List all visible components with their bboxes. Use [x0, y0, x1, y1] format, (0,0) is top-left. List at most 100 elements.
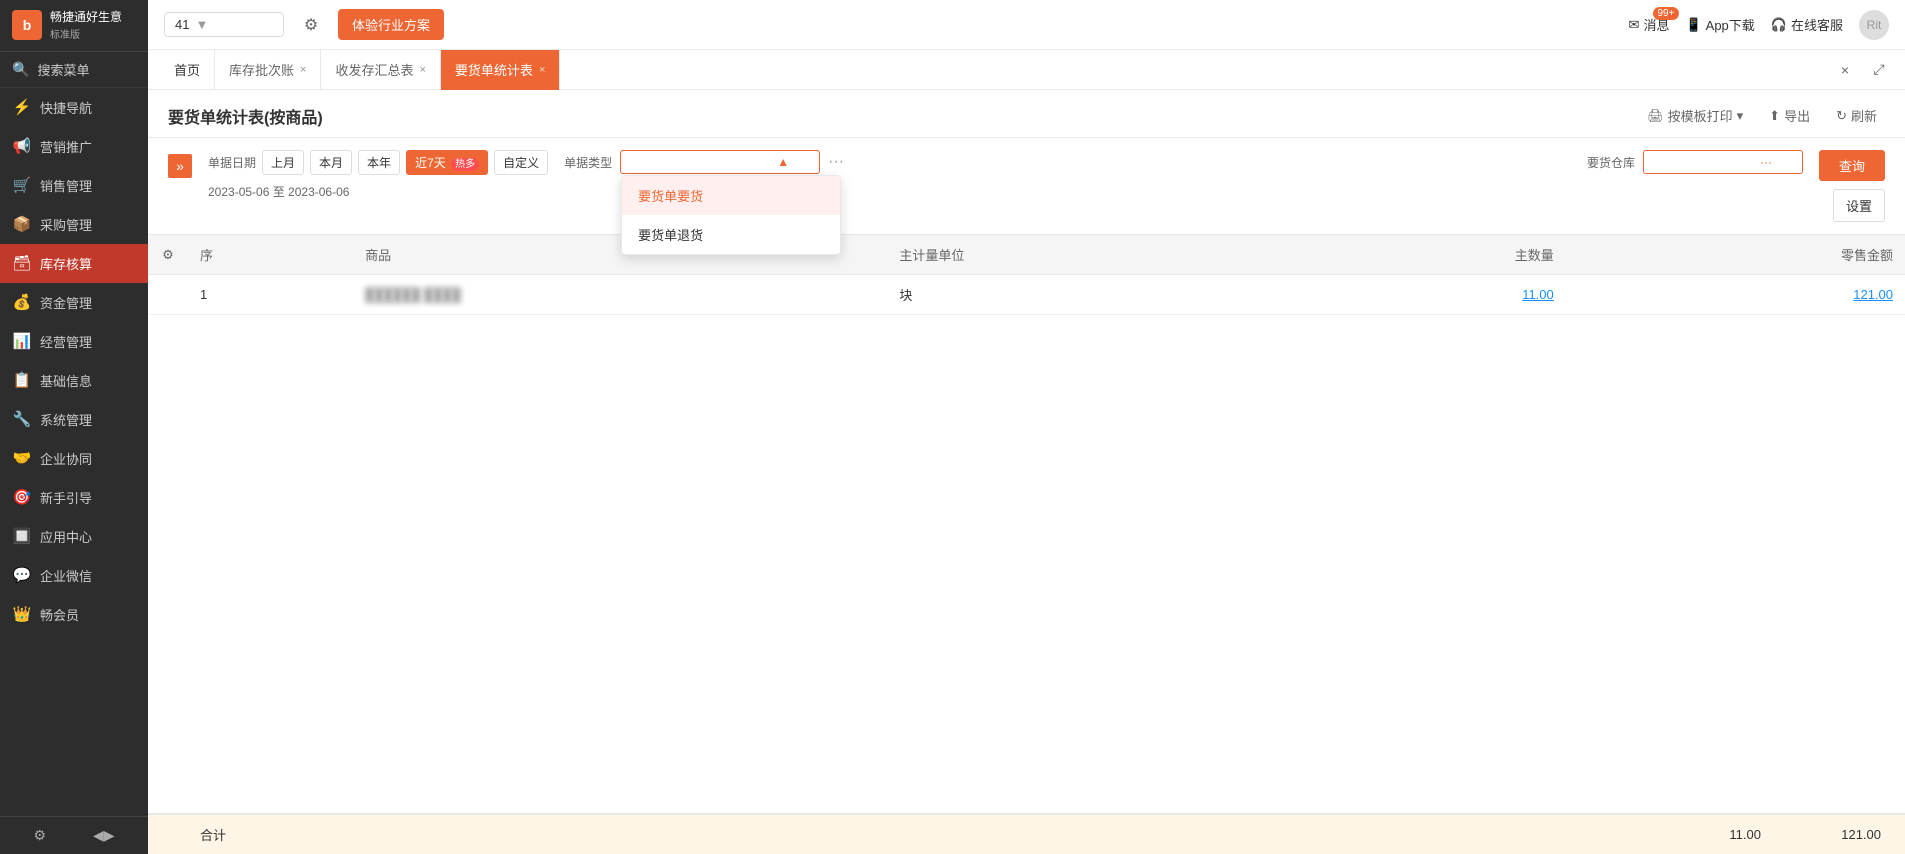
sidebar-search[interactable]: 🔍 搜索菜单: [0, 52, 148, 88]
sidebar-item-member[interactable]: 👑 畅会员: [0, 595, 148, 634]
data-table: ⚙ 序 商品 主计量单位 主数量: [148, 235, 1905, 315]
settings-filter-btn[interactable]: 设置: [1833, 189, 1885, 222]
date-range-display: 2023-05-06 至 2023-06-06: [208, 183, 548, 200]
warehouse-filter-row: 要货仓库 ···: [1587, 150, 1803, 174]
finance-icon: 💰: [12, 293, 32, 311]
sidebar-item-inventory[interactable]: 🗃 库存核算: [0, 244, 148, 283]
print-arrow-icon: ▾: [1737, 108, 1744, 124]
table-col-unit: 主计量单位: [887, 235, 1284, 275]
table-settings-col[interactable]: ⚙: [148, 235, 188, 275]
online-service-btn[interactable]: 🎧 在线客服: [1771, 15, 1843, 34]
filter-expand-btn[interactable]: »: [168, 154, 192, 178]
sidebar-item-guide[interactable]: 🎯 新手引导: [0, 478, 148, 517]
tab-receive-summary-label: 收发存汇总表: [335, 60, 413, 79]
print-btn[interactable]: 🖨 按模板打印 ▾: [1639, 102, 1751, 129]
dropdown-item-request-return[interactable]: 要货单退货: [622, 215, 840, 254]
tab-receive-summary-close[interactable]: ×: [419, 64, 425, 76]
table-footer: 合计 11.00 121.00: [148, 813, 1905, 854]
sidebar-item-enterprise[interactable]: 🤝 企业协同: [0, 439, 148, 478]
tab-home-label: 首页: [174, 60, 200, 79]
type-label: 单据类型: [564, 154, 612, 171]
row-product-value: ██████ ████: [365, 287, 461, 302]
dropdown-item-label: 要货单要货: [638, 189, 703, 204]
recent-7-btn[interactable]: 近7天 热多: [406, 150, 488, 175]
sidebar-item-system[interactable]: 🔧 系统管理: [0, 400, 148, 439]
tab-batch-account[interactable]: 库存批次账 ×: [215, 50, 321, 90]
tab-home[interactable]: 首页: [160, 50, 215, 90]
export-label: 导出: [1784, 106, 1810, 125]
sidebar-item-sales[interactable]: 🛒 销售管理: [0, 166, 148, 205]
table-area: ⚙ 序 商品 主计量单位 主数量: [148, 235, 1905, 813]
settings-bottom-btn[interactable]: ⚙: [33, 827, 46, 844]
table-wrapper: ⚙ 序 商品 主计量单位 主数量: [148, 235, 1905, 315]
user-name: Rit: [1867, 18, 1882, 32]
sidebar-item-basic[interactable]: 📋 基础信息: [0, 361, 148, 400]
wechat-icon: 💬: [12, 566, 32, 584]
sidebar-logo: b 畅捷通好生意 标准版: [0, 0, 148, 52]
sidebar-item-label: 销售管理: [40, 176, 92, 195]
store-arrow-icon: ▼: [195, 17, 208, 32]
sidebar-item-appstore[interactable]: 🔲 应用中心: [0, 517, 148, 556]
trial-btn[interactable]: 体验行业方案: [338, 9, 444, 40]
refresh-btn[interactable]: ↻ 刷新: [1828, 102, 1885, 129]
online-service-label: 在线客服: [1791, 15, 1843, 34]
row-amount[interactable]: 121.00: [1566, 275, 1905, 315]
message-btn[interactable]: ✉ 消息 99+: [1629, 15, 1670, 34]
type-select-arrow-icon: ▲: [777, 155, 789, 169]
enterprise-icon: 🤝: [12, 449, 32, 467]
dropdown-item-request-order[interactable]: 要货单要货: [622, 176, 840, 215]
sidebar-item-quick-nav[interactable]: ⚡ 快捷导航: [0, 88, 148, 127]
sidebar-item-operation[interactable]: 📊 经营管理: [0, 322, 148, 361]
sidebar-item-wechat[interactable]: 💬 企业微信: [0, 556, 148, 595]
topbar-settings-btn[interactable]: ⚙: [296, 10, 326, 40]
custom-date-btn[interactable]: 自定义: [494, 150, 548, 175]
footer-qty: 11.00: [1653, 827, 1773, 842]
sidebar-item-marketing[interactable]: 📢 营销推广: [0, 127, 148, 166]
user-avatar[interactable]: Rit: [1859, 10, 1889, 40]
member-icon: 👑: [12, 605, 32, 623]
sidebar-item-label: 快捷导航: [40, 98, 92, 117]
app-download-icon: 📱: [1685, 17, 1701, 33]
date-label: 单据日期: [208, 154, 256, 171]
store-selector[interactable]: 41 ▼: [164, 12, 284, 37]
prev-month-btn[interactable]: 上月: [262, 150, 304, 175]
tab-receive-summary[interactable]: 收发存汇总表 ×: [321, 50, 440, 90]
marketing-icon: 📢: [12, 137, 32, 155]
sidebar-item-label: 新手引导: [40, 488, 92, 507]
sidebar-item-label: 资金管理: [40, 293, 92, 312]
table-col-seq: 序: [188, 235, 353, 275]
tab-request-stat[interactable]: 要货单统计表 ×: [441, 50, 560, 90]
app-download-btn[interactable]: 📱 App下载: [1685, 15, 1754, 34]
tab-close-all-btn[interactable]: ×: [1831, 56, 1859, 84]
query-btn[interactable]: 查询: [1819, 150, 1885, 181]
row-qty[interactable]: 11.00: [1285, 275, 1566, 315]
page-title: 要货单统计表(按商品): [168, 104, 323, 128]
warehouse-select[interactable]: ···: [1643, 150, 1803, 174]
sidebar-item-label: 畅会员: [40, 605, 79, 624]
sidebar-item-purchase[interactable]: 📦 采购管理: [0, 205, 148, 244]
export-btn[interactable]: ⬆ 导出: [1761, 102, 1818, 129]
filter-actions: 查询 设置: [1819, 150, 1885, 222]
tab-request-stat-label: 要货单统计表: [455, 60, 533, 79]
sidebar-item-finance[interactable]: 💰 资金管理: [0, 283, 148, 322]
filter-more-icon[interactable]: ···: [828, 153, 844, 171]
type-filter-row: 单据类型 ▲ 要货单要货 要货单退货: [564, 150, 1571, 174]
collapse-btn[interactable]: ◀▶: [93, 827, 115, 844]
tab-batch-account-close[interactable]: ×: [300, 64, 306, 76]
sidebar-item-label: 库存核算: [40, 254, 92, 273]
sidebar: b 畅捷通好生意 标准版 🔍 搜索菜单 ⚡ 快捷导航 📢 营销推广 🛒 销售管理…: [0, 0, 148, 854]
hot-badge: 热多: [451, 158, 479, 171]
tab-batch-account-label: 库存批次账: [229, 60, 294, 79]
topbar-right: ✉ 消息 99+ 📱 App下载 🎧 在线客服 Rit: [1629, 10, 1889, 40]
topbar-left: 41 ▼ ⚙ 体验行业方案: [164, 9, 444, 40]
settings-icon: ⚙: [304, 15, 318, 35]
type-select[interactable]: ▲ 要货单要货 要货单退货: [620, 150, 820, 174]
cur-year-btn[interactable]: 本年: [358, 150, 400, 175]
tab-request-stat-close[interactable]: ×: [539, 64, 545, 76]
headphone-icon: 🎧: [1771, 17, 1787, 33]
footer-amount: 121.00: [1773, 827, 1893, 842]
cur-month-btn[interactable]: 本月: [310, 150, 352, 175]
basic-icon: 📋: [12, 371, 32, 389]
tab-expand-btn[interactable]: ⤢: [1865, 56, 1893, 84]
table-col-amount: 零售金额: [1566, 235, 1905, 275]
